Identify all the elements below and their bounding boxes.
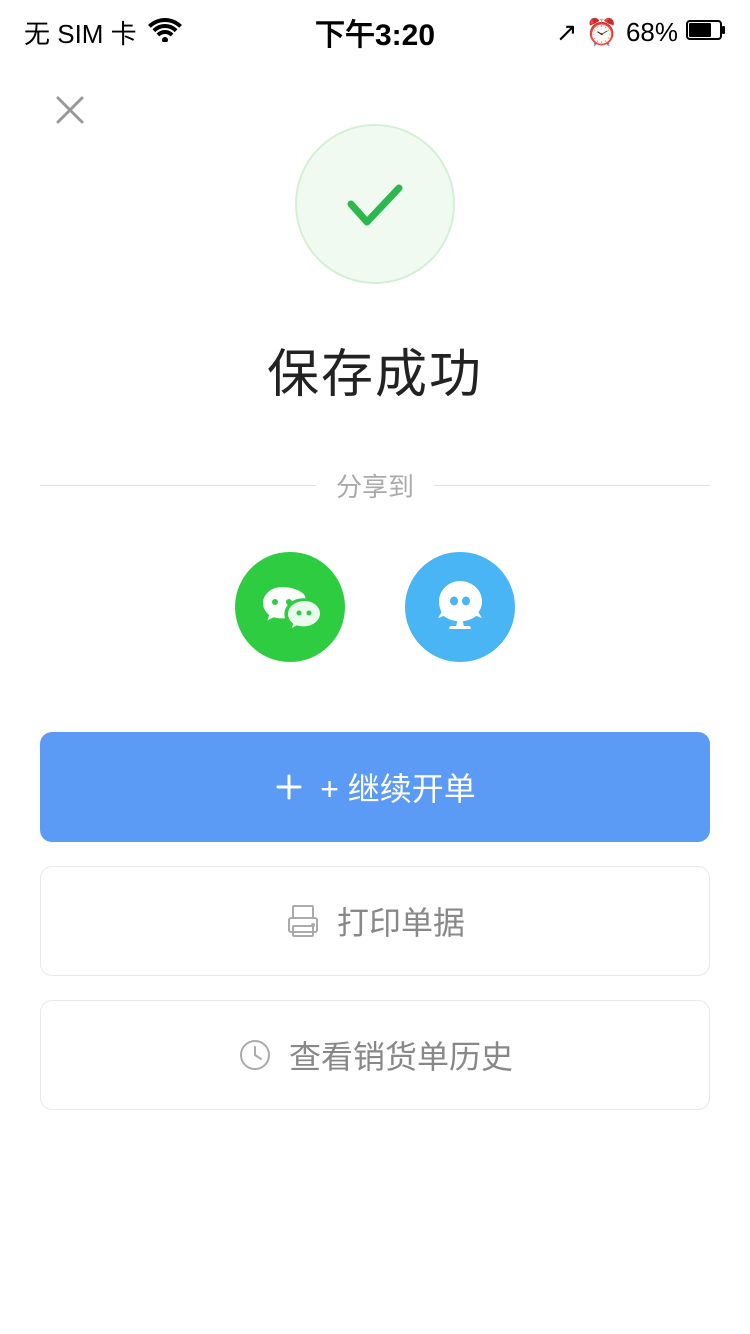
success-title: 保存成功: [267, 332, 483, 407]
wifi-icon: [147, 16, 183, 49]
status-bar: 无 SIM 卡 下午3:20 ↗ ⏰ 68%: [0, 0, 750, 64]
divider-left: [40, 485, 316, 486]
share-divider: 分享到: [40, 467, 710, 504]
main-content: 保存成功 分享到: [0, 64, 750, 1110]
continue-order-label: + 继续开单: [320, 764, 476, 810]
checkmark-icon: [335, 164, 415, 244]
battery-icon: [686, 17, 726, 48]
close-button[interactable]: [40, 80, 100, 140]
alarm-icon: ⏰: [586, 17, 618, 48]
printer-icon: [285, 904, 321, 938]
share-section: 分享到: [0, 467, 750, 732]
plus-icon: [274, 772, 304, 802]
clock-icon: [237, 1037, 273, 1073]
wechat-icon: [258, 579, 322, 635]
print-label: 打印单据: [337, 898, 465, 944]
wechat-share-button[interactable]: [235, 552, 345, 662]
qq-share-button[interactable]: [405, 552, 515, 662]
status-indicators: ↗ ⏰ 68%: [556, 17, 726, 48]
print-button[interactable]: 打印单据: [40, 866, 710, 976]
history-label: 查看销货单历史: [289, 1032, 513, 1078]
divider-right: [434, 485, 710, 486]
continue-order-button[interactable]: + 继续开单: [40, 732, 710, 842]
success-icon-circle: [295, 124, 455, 284]
share-label: 分享到: [336, 467, 414, 504]
status-time: 下午3:20: [315, 10, 435, 54]
status-carrier: 无 SIM 卡: [24, 14, 183, 51]
action-buttons: + 继续开单 打印单据 查看销货单历史: [0, 732, 750, 1110]
qq-icon: [428, 575, 492, 639]
history-button[interactable]: 查看销货单历史: [40, 1000, 710, 1110]
share-icons-container: [40, 552, 710, 662]
location-icon: ↗: [556, 17, 578, 48]
battery-percent: 68%: [626, 17, 678, 48]
